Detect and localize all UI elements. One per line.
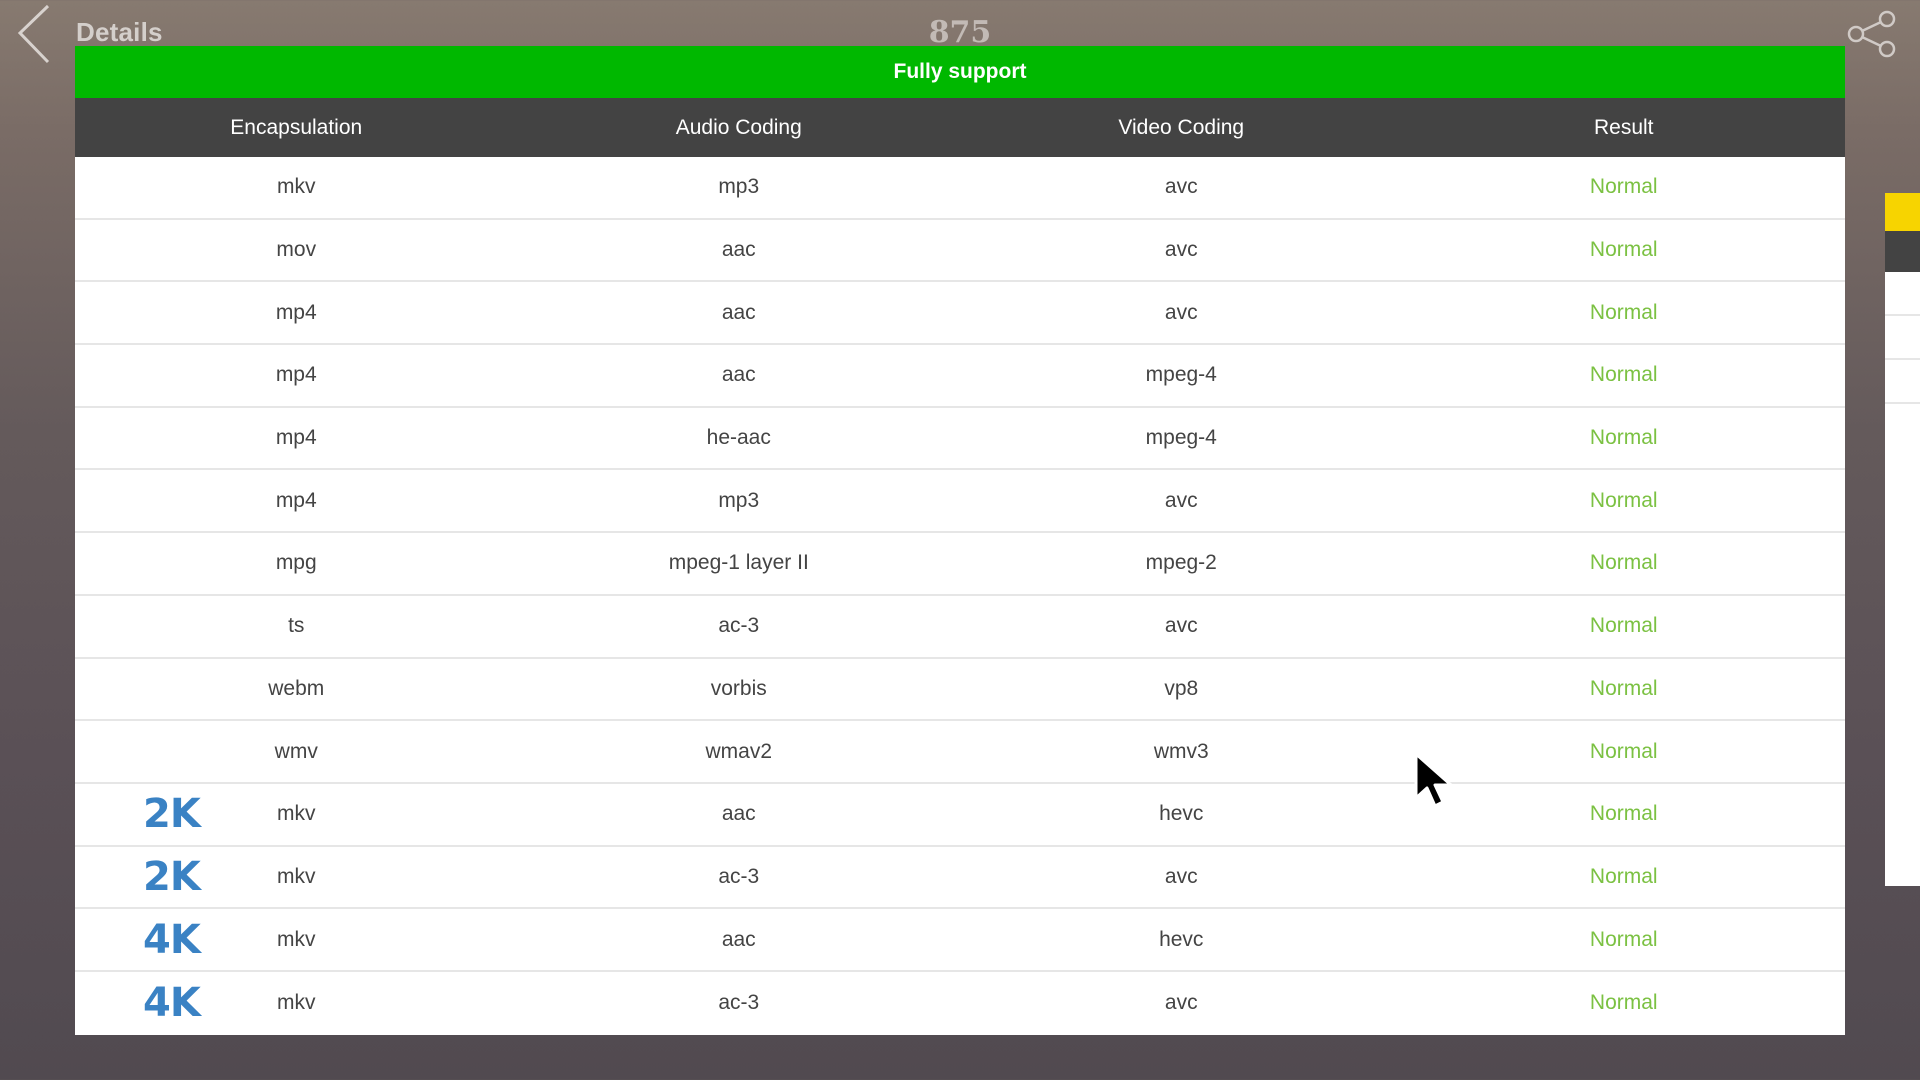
- video-coding-cell: hevc: [1159, 927, 1204, 951]
- table-row: wmv wmav2 wmv3 Normal: [75, 721, 1845, 784]
- video-coding-cell: hevc: [1159, 802, 1204, 826]
- result-cell: Normal: [1589, 802, 1658, 826]
- audio-coding-cell: aac: [721, 363, 756, 387]
- table-header: Encapsulation Audio Coding Video Coding …: [75, 98, 1845, 157]
- encapsulation-cell: mpg: [275, 551, 317, 575]
- video-coding-cell: avc: [1164, 991, 1198, 1015]
- table-row: mov aac avc Normal: [75, 219, 1845, 283]
- audio-coding-cell: aac: [721, 300, 756, 324]
- top-bar: Details 875: [0, 0, 1920, 64]
- table-body: mkv mp3 avc Normal mov aac avc Normal mp4 aac av…: [75, 157, 1845, 1035]
- share-icon: [1847, 10, 1896, 58]
- audio-coding-cell: wmav2: [705, 739, 773, 763]
- result-cell: Normal: [1589, 363, 1658, 387]
- video-coding-cell: mpeg-4: [1145, 363, 1217, 387]
- video-coding-cell: avc: [1164, 488, 1198, 512]
- result-cell: Normal: [1589, 991, 1658, 1015]
- table-row: 4K mkv ac-3 avc Normal: [75, 971, 1845, 1035]
- encapsulation-cell: mp4: [275, 426, 317, 450]
- column-header-video-coding: Video Coding: [1118, 115, 1245, 139]
- next-card-row: [1885, 316, 1920, 360]
- table-row: mp4 aac avc Normal: [75, 282, 1845, 346]
- video-coding-cell: mpeg-2: [1145, 551, 1217, 575]
- encapsulation-cell: wmv: [274, 739, 318, 763]
- encapsulation-cell: mkv: [277, 802, 316, 826]
- audio-coding-cell: vorbis: [710, 676, 767, 700]
- encapsulation-cell: mp4: [275, 488, 317, 512]
- video-coding-cell: avc: [1164, 864, 1198, 888]
- result-cell: Normal: [1589, 300, 1658, 324]
- audio-coding-cell: mp3: [718, 175, 760, 199]
- video-coding-cell: avc: [1164, 238, 1198, 262]
- result-cell: Normal: [1589, 927, 1658, 951]
- resolution-badge: 2K: [143, 853, 201, 900]
- video-coding-cell: mpeg-4: [1145, 426, 1217, 450]
- encapsulation-cell: mp4: [275, 300, 317, 324]
- encapsulation-cell: mkv: [277, 175, 316, 199]
- share-button[interactable]: [1846, 10, 1898, 58]
- result-cell: Normal: [1589, 864, 1658, 888]
- audio-coding-cell: ac-3: [718, 991, 760, 1015]
- audio-coding-cell: aac: [721, 238, 756, 262]
- column-header-encapsulation: Encapsulation: [230, 115, 363, 139]
- encapsulation-cell: mkv: [277, 991, 316, 1015]
- support-status-banner: Fully support: [75, 46, 1845, 98]
- audio-coding-cell: ac-3: [718, 614, 760, 638]
- video-coding-cell: vp8: [1164, 676, 1199, 700]
- result-cell: Normal: [1589, 614, 1658, 638]
- table-row: ts ac-3 avc Normal: [75, 595, 1845, 659]
- encapsulation-cell: ts: [288, 614, 305, 638]
- video-coding-cell: wmv3: [1153, 739, 1209, 763]
- table-row: mp4 he-aac mpeg-4 Normal: [75, 407, 1845, 471]
- result-cell: Normal: [1589, 426, 1658, 450]
- table-row: 4K mkv aac hevc Normal: [75, 909, 1845, 972]
- column-header-result: Result: [1593, 115, 1654, 139]
- audio-coding-cell: ac-3: [718, 864, 760, 888]
- next-card-header: [1885, 231, 1920, 272]
- item-count: 875: [928, 15, 992, 50]
- result-cell: Normal: [1589, 175, 1658, 199]
- audio-coding-cell: he-aac: [706, 426, 771, 450]
- table-row: mkv mp3 avc Normal: [75, 157, 1845, 220]
- table-row: mp4 aac mpeg-4 Normal: [75, 345, 1845, 408]
- mouse-cursor-icon: [1414, 752, 1453, 808]
- table-row: mp4 mp3 avc Normal: [75, 470, 1845, 534]
- column-header-audio-coding: Audio Coding: [675, 115, 802, 139]
- result-cell: Normal: [1589, 739, 1658, 763]
- encapsulation-cell: mp4: [275, 363, 317, 387]
- next-card-banner: [1885, 193, 1920, 231]
- support-card: Fully support Encapsulation Audio Coding…: [75, 46, 1845, 1035]
- next-card-preview[interactable]: [1885, 193, 1920, 886]
- next-card-row: [1885, 360, 1920, 404]
- table-row: mpg mpeg-1 layer II mpeg-2 Normal: [75, 533, 1845, 596]
- result-cell: Normal: [1589, 676, 1658, 700]
- encapsulation-cell: webm: [268, 676, 325, 700]
- video-coding-cell: avc: [1164, 614, 1198, 638]
- audio-coding-cell: mpeg-1 layer II: [668, 551, 809, 575]
- encapsulation-cell: mov: [276, 238, 317, 262]
- resolution-badge: 4K: [143, 916, 201, 963]
- audio-coding-cell: mp3: [718, 488, 760, 512]
- encapsulation-cell: mkv: [277, 864, 316, 888]
- audio-coding-cell: aac: [721, 802, 756, 826]
- result-cell: Normal: [1589, 238, 1658, 262]
- audio-coding-cell: aac: [721, 927, 756, 951]
- video-coding-cell: avc: [1164, 175, 1198, 199]
- table-row: 2K mkv ac-3 avc Normal: [75, 846, 1845, 910]
- next-card-row: [1885, 272, 1920, 316]
- result-cell: Normal: [1589, 551, 1658, 575]
- encapsulation-cell: mkv: [277, 927, 316, 951]
- table-row: webm vorbis vp8 Normal: [75, 658, 1845, 722]
- table-row: 2K mkv aac hevc Normal: [75, 783, 1845, 847]
- resolution-badge: 2K: [143, 791, 201, 838]
- result-cell: Normal: [1589, 488, 1658, 512]
- video-coding-cell: avc: [1164, 300, 1198, 324]
- resolution-badge: 4K: [143, 980, 201, 1027]
